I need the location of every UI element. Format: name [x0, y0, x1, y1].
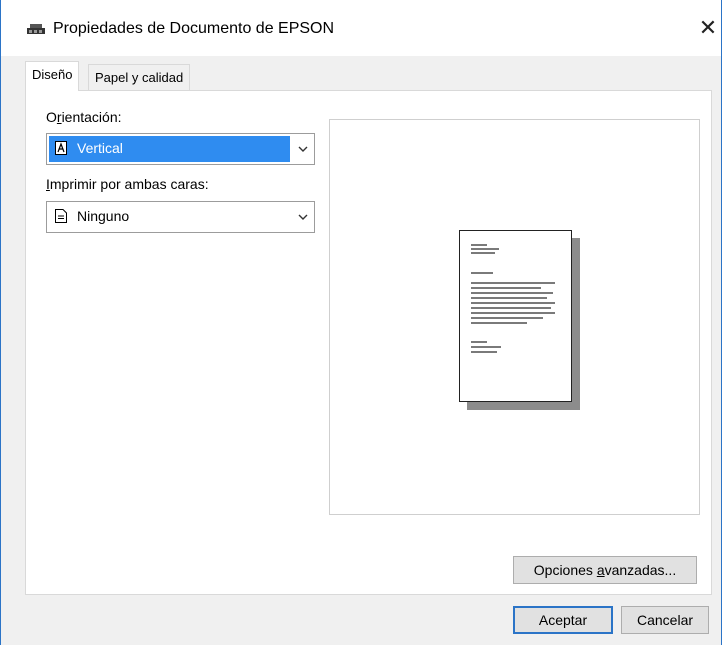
cancel-button[interactable]: Cancelar — [621, 606, 709, 634]
advanced-options-button[interactable]: Opciones avanzadas... — [513, 556, 697, 584]
window-title: Propiedades de Documento de EPSON — [53, 20, 335, 37]
single-page-icon — [55, 209, 67, 223]
duplex-label: Imprimir por ambas caras: — [46, 176, 209, 192]
orientation-value: Vertical — [77, 140, 123, 156]
properties-dialog: Propiedades de Documento de EPSON ✕ Dise… — [0, 0, 722, 645]
orientation-dropdown[interactable]: Vertical — [46, 133, 315, 165]
preview-page — [459, 230, 572, 402]
dialog-body: Diseño Papel y calidad Orientación: Vert… — [1, 56, 721, 645]
title-bar: Propiedades de Documento de EPSON ✕ — [1, 0, 721, 56]
tab-label: Papel y calidad — [95, 70, 184, 85]
layout-tab-panel: Orientación: Vertical Imprimir por ambas… — [25, 90, 712, 595]
duplex-dropdown[interactable]: Ninguno — [46, 201, 315, 233]
chevron-down-icon — [298, 146, 308, 152]
ok-button[interactable]: Aceptar — [513, 606, 613, 634]
tab-label: Diseño — [32, 67, 73, 82]
portrait-page-icon — [55, 141, 67, 155]
tab-papel-y-calidad[interactable]: Papel y calidad — [88, 64, 191, 91]
duplex-value: Ninguno — [77, 208, 130, 224]
printer-icon — [27, 24, 45, 34]
orientation-label: Orientación: — [46, 109, 122, 125]
close-icon: ✕ — [698, 15, 718, 40]
page-preview — [329, 119, 700, 515]
tab-diseno[interactable]: Diseño — [25, 61, 80, 91]
chevron-down-icon — [298, 214, 308, 220]
close-button[interactable]: ✕ — [696, 16, 720, 42]
